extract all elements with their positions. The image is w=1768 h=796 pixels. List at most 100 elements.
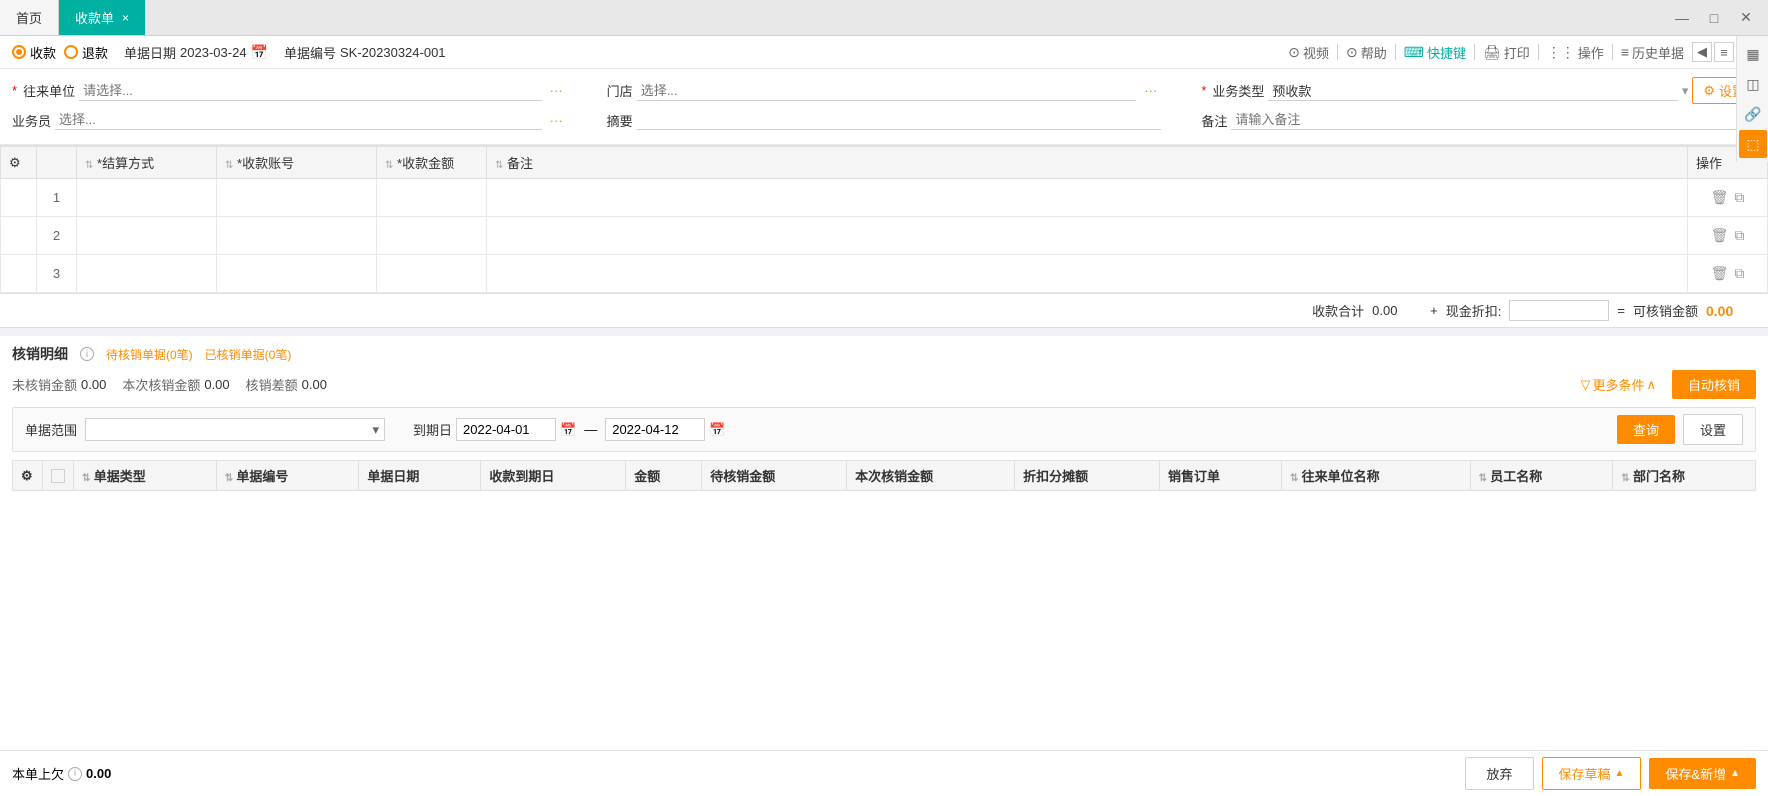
row2-amount[interactable] [377, 217, 487, 255]
detail-checkbox-header[interactable] [43, 461, 74, 491]
row3-amount-input[interactable] [377, 255, 486, 292]
detail-billno-header[interactable]: ⇅ 单据编号 [216, 461, 359, 491]
detail-date-header[interactable]: 单据日期 [359, 461, 481, 491]
row3-delete-icon[interactable]: 🗑 [1711, 265, 1729, 282]
date-from-input[interactable] [456, 418, 556, 441]
row3-amount[interactable] [377, 255, 487, 293]
tab-receipt[interactable]: 收款单 × [59, 0, 145, 35]
tab-close-icon[interactable]: × [122, 11, 129, 25]
detail-gear-header[interactable]: ⚙ [13, 461, 43, 491]
row1-account[interactable] [217, 179, 377, 217]
row1-settlement[interactable] [77, 179, 217, 217]
detail-partner-header[interactable]: ⇅ 往来单位名称 [1281, 461, 1470, 491]
detail-current-header[interactable]: 本次核销金额 [847, 461, 1015, 491]
detail-pending-label: 待核销金额 [710, 469, 775, 484]
calendar-icon[interactable]: 📅 [251, 44, 268, 61]
abstract-input[interactable] [637, 110, 1162, 130]
row1-delete-icon[interactable]: 🗑 [1711, 189, 1729, 206]
radio-receipt[interactable]: 收款 [12, 43, 56, 62]
video-btn[interactable]: ⊙ 视频 [1288, 43, 1329, 62]
tab-home[interactable]: 首页 [0, 0, 59, 35]
row3-settlement-input[interactable] [77, 255, 216, 292]
shop-dots[interactable]: ··· [1140, 83, 1161, 98]
row2-settlement[interactable] [77, 217, 217, 255]
verify-info-icon[interactable]: i [80, 347, 94, 361]
detail-type-header[interactable]: ⇅ 单据类型 [74, 461, 217, 491]
detail-pending-header[interactable]: 待核销金额 [702, 461, 847, 491]
row3-account-input[interactable] [217, 255, 376, 292]
right-panel: ▦ ◫ 🔗 ⬚ [1736, 36, 1768, 162]
radio-refund[interactable]: 退款 [64, 43, 108, 62]
detail-salesorder-header[interactable]: 销售订单 [1159, 461, 1281, 491]
row2-remark-input[interactable] [487, 217, 1687, 254]
detail-setting-button[interactable]: 设置 [1683, 414, 1743, 445]
save-draft-button[interactable]: 保存草稿 ▲ [1542, 757, 1642, 790]
auto-verify-button[interactable]: 自动核销 [1672, 370, 1756, 399]
detail-duedate-header[interactable]: 收款到期日 [481, 461, 626, 491]
row2-settlement-input[interactable] [77, 217, 216, 254]
row3-copy-icon[interactable]: ⧉ [1734, 265, 1744, 282]
history-btn[interactable]: ≡ 历史单据 [1621, 43, 1684, 62]
nav-prev[interactable]: ◀ [1692, 42, 1712, 62]
table-amount-header[interactable]: ⇅ *收款金额 [377, 147, 487, 179]
row3-settlement[interactable] [77, 255, 217, 293]
row1-amount-input[interactable] [377, 179, 486, 216]
staff-dots[interactable]: ··· [546, 113, 567, 128]
cal-to-icon[interactable]: 📅 [709, 422, 725, 438]
close-button[interactable]: ✕ [1732, 4, 1760, 32]
table-row: 3 🗑 ⧉ [1, 255, 1768, 293]
nav-list[interactable]: ≡ [1714, 42, 1734, 62]
detail-dept-header[interactable]: ⇅ 部门名称 [1613, 461, 1756, 491]
rp-expand-icon[interactable]: ⬚ [1739, 130, 1767, 158]
row1-remark-input[interactable] [487, 179, 1687, 216]
detail-staff-header[interactable]: ⇅ 员工名称 [1470, 461, 1613, 491]
rp-sheet-icon[interactable]: ◫ [1739, 70, 1767, 98]
pending-tab-link[interactable]: 待核销单据(0笔) [106, 346, 193, 363]
row1-account-input[interactable] [217, 179, 376, 216]
select-all-checkbox[interactable] [51, 469, 65, 483]
row2-account[interactable] [217, 217, 377, 255]
row3-remark[interactable] [487, 255, 1688, 293]
row2-amount-input[interactable] [377, 217, 486, 254]
row1-settlement-input[interactable] [77, 179, 216, 216]
row1-remark[interactable] [487, 179, 1688, 217]
row2-copy-icon[interactable]: ⧉ [1734, 227, 1744, 244]
detail-amount-header[interactable]: 金额 [626, 461, 702, 491]
operate-btn[interactable]: ⋮⋮ 操作 [1547, 43, 1604, 62]
shop-input[interactable] [637, 81, 1137, 101]
biz-input[interactable] [1268, 81, 1677, 101]
partner-dots[interactable]: ··· [546, 83, 567, 98]
abandon-button[interactable]: 放弃 [1465, 757, 1533, 790]
cal-from-icon[interactable]: 📅 [560, 422, 576, 438]
row1-amount[interactable] [377, 179, 487, 217]
rp-link-icon[interactable]: 🔗 [1739, 100, 1767, 128]
print-btn[interactable]: 🖨 打印 [1483, 43, 1530, 62]
more-filter-link[interactable]: ▽ 更多条件 ∧ [1580, 375, 1656, 394]
row1-copy-icon[interactable]: ⧉ [1734, 189, 1744, 206]
row3-account[interactable] [217, 255, 377, 293]
video-icon: ⊙ [1288, 44, 1300, 61]
maximize-button[interactable]: □ [1700, 4, 1728, 32]
table-settlement-header[interactable]: ⇅ *结算方式 [77, 147, 217, 179]
row2-account-input[interactable] [217, 217, 376, 254]
query-button[interactable]: 查询 [1617, 415, 1675, 444]
detail-discount-header[interactable]: 折扣分摊额 [1015, 461, 1160, 491]
help-btn[interactable]: ⊙ 帮助 [1346, 43, 1387, 62]
table-account-header[interactable]: ⇅ *收款账号 [217, 147, 377, 179]
note-input[interactable] [1231, 110, 1756, 130]
save-new-button[interactable]: 保存&新增 ▲ [1649, 758, 1756, 789]
partner-input[interactable] [79, 81, 542, 101]
table-gear-header[interactable]: ⚙ [1, 147, 37, 179]
minimize-button[interactable]: — [1668, 4, 1696, 32]
shortcut-btn[interactable]: ⌨ 快捷键 [1404, 43, 1466, 62]
date-to-input[interactable] [605, 418, 705, 441]
done-tab-link[interactable]: 已核销单据(0笔) [205, 346, 292, 363]
biz-chevron[interactable]: ▾ [1682, 83, 1689, 99]
range-select[interactable] [85, 418, 385, 441]
discount-input[interactable] [1509, 300, 1609, 321]
rp-table-icon[interactable]: ▦ [1739, 40, 1767, 68]
row2-delete-icon[interactable]: 🗑 [1711, 227, 1729, 244]
row3-remark-input[interactable] [487, 255, 1687, 292]
staff-input[interactable] [55, 110, 542, 130]
row2-remark[interactable] [487, 217, 1688, 255]
